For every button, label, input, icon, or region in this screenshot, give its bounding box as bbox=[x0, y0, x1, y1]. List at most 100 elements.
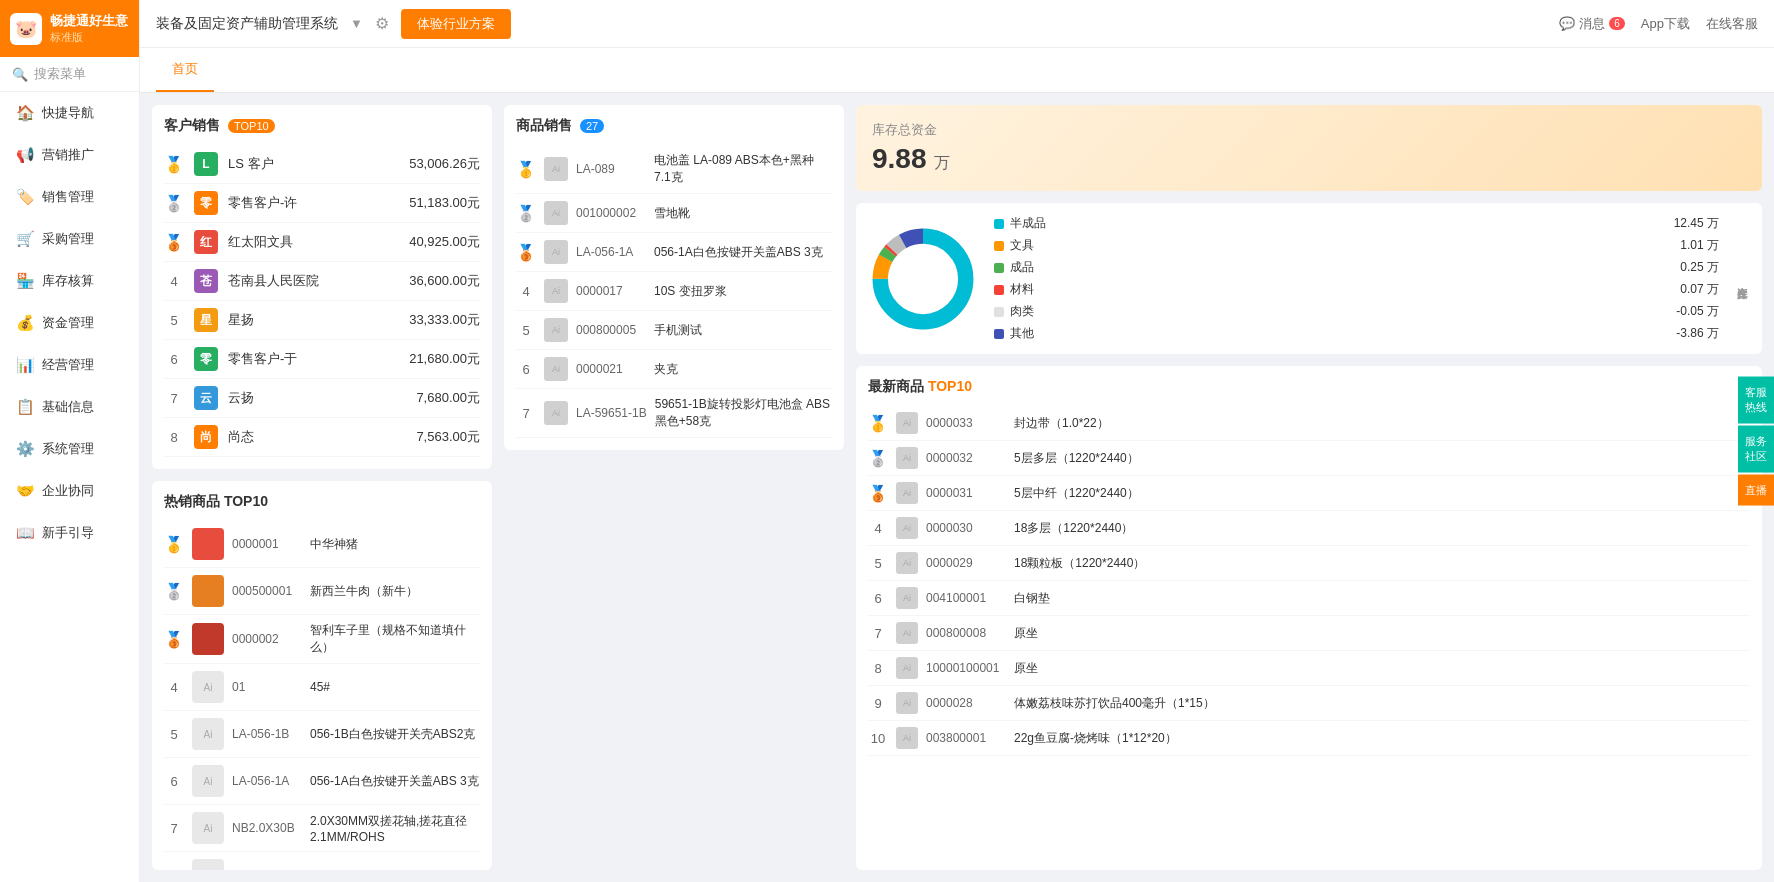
page-tabs: 首页 bbox=[140, 48, 1774, 93]
sidebar-item-system[interactable]: ⚙️ 系统管理 bbox=[0, 428, 139, 470]
product-name: 手机测试 bbox=[654, 322, 832, 339]
hot-product-code: LA-056-1A bbox=[232, 774, 302, 788]
sidebar-item-inventory[interactable]: 🏪 库存核算 bbox=[0, 260, 139, 302]
legend-color-dot bbox=[994, 285, 1004, 295]
rank-medal-icon: 🥉 bbox=[164, 233, 184, 252]
nav-label-collab: 企业协同 bbox=[42, 482, 94, 500]
hot-product-name: 12070519-xs bbox=[310, 868, 480, 870]
product-code: 0000017 bbox=[576, 284, 646, 298]
rank-number: 6 bbox=[164, 352, 184, 367]
collab-icon: 🤝 bbox=[16, 482, 34, 500]
product-sales-item: 🥉 Ai LA-056-1A 056-1A白色按键开关盖ABS 3克 bbox=[516, 233, 832, 272]
sidebar-item-finance[interactable]: 💰 资金管理 bbox=[0, 302, 139, 344]
notification-area[interactable]: 💬 消息 6 bbox=[1559, 15, 1625, 33]
latest-title-row: 最新商品 TOP10 bbox=[868, 378, 1750, 396]
legend-value: -3.86 万 bbox=[1659, 325, 1719, 342]
hot-products-list: 🥇 0000001 中华神猪 🥈 000500001 新西兰牛肉（新牛） 🥉 0… bbox=[164, 521, 480, 870]
legend-color-dot bbox=[994, 241, 1004, 251]
legend-color-dot bbox=[994, 307, 1004, 317]
topbar: 装备及固定资产辅助管理系统 ▼ ⚙ 体验行业方案 💬 消息 6 App下载 在线… bbox=[140, 0, 1774, 48]
sidebar-item-sales[interactable]: 🏷️ 销售管理 bbox=[0, 176, 139, 218]
rank-medal-icon: 🥇 bbox=[164, 535, 184, 554]
hot-product-code: 01 bbox=[232, 680, 302, 694]
sidebar-item-operations[interactable]: 📊 经营管理 bbox=[0, 344, 139, 386]
product-name: 雪地靴 bbox=[654, 205, 832, 222]
customer-value: 7,563.00元 bbox=[416, 428, 480, 446]
inventory-card: 库存总资金 9.88 万 bbox=[856, 105, 1762, 191]
left-column: 客户销售 TOP10 🥇 L LS 客户 53,006.26元 🥈 零 零售客户… bbox=[152, 105, 492, 870]
rank-medal-icon: 🥉 bbox=[164, 630, 184, 649]
rank-number: 4 bbox=[868, 521, 888, 536]
latest-product-item: 🥈 Ai 0000032 5层多层（1220*2440） bbox=[868, 441, 1750, 476]
product-sales-list: 🥇 Ai LA-089 电池盖 LA-089 ABS本色+黑种 7.1克 🥈 A… bbox=[516, 145, 832, 438]
rank-number: 10 bbox=[868, 731, 888, 746]
rank-number: 7 bbox=[164, 821, 184, 836]
main-content: 客户销售 TOP10 🥇 L LS 客户 53,006.26元 🥈 零 零售客户… bbox=[140, 93, 1774, 882]
brand-name-line2: 标准版 bbox=[50, 30, 128, 45]
sidebar-item-basics[interactable]: 📋 基础信息 bbox=[0, 386, 139, 428]
customer-top10-card: 客户销售 TOP10 🥇 L LS 客户 53,006.26元 🥈 零 零售客户… bbox=[152, 105, 492, 469]
rank-medal-icon: 🥉 bbox=[516, 243, 536, 262]
latest-product-image: Ai bbox=[896, 412, 918, 434]
product-image: Ai bbox=[544, 279, 568, 303]
rank-medal-icon: 🥇 bbox=[516, 160, 536, 179]
sidebar-item-purchase[interactable]: 🛒 采购管理 bbox=[0, 218, 139, 260]
product-image: Ai bbox=[544, 201, 568, 225]
experience-button[interactable]: 体验行业方案 bbox=[401, 9, 511, 39]
nav-label-sales: 销售管理 bbox=[42, 188, 94, 206]
latest-product-item: 8 Ai 10000100001 原坐 bbox=[868, 651, 1750, 686]
sidebar-item-quick-nav[interactable]: 🏠 快捷导航 bbox=[0, 92, 139, 134]
search-menu[interactable]: 🔍 搜索菜单 bbox=[0, 57, 139, 92]
float-service-btn[interactable]: 客服热线 bbox=[1738, 377, 1774, 424]
latest-product-image: Ai bbox=[896, 552, 918, 574]
hot-product-code: LA-056-1B bbox=[232, 727, 302, 741]
customer-name: 尚态 bbox=[228, 428, 406, 446]
main-container: 装备及固定资产辅助管理系统 ▼ ⚙ 体验行业方案 💬 消息 6 App下载 在线… bbox=[140, 0, 1774, 882]
sidebar-item-guide[interactable]: 📖 新手引导 bbox=[0, 512, 139, 554]
app-download[interactable]: App下载 bbox=[1641, 15, 1690, 33]
product-placeholder-icon: Ai bbox=[192, 718, 224, 750]
customer-name: 零售客户-于 bbox=[228, 350, 399, 368]
product-placeholder-icon: Ai bbox=[192, 859, 224, 870]
latest-products-list: 🥇 Ai 0000033 封边带（1.0*22） 🥈 Ai 0000032 5层… bbox=[868, 406, 1750, 756]
rank-number: 6 bbox=[164, 774, 184, 789]
product-sales-item: 🥇 Ai LA-089 电池盖 LA-089 ABS本色+黑种 7.1克 bbox=[516, 145, 832, 194]
tab-home[interactable]: 首页 bbox=[156, 48, 214, 92]
product-sales-item: 7 Ai LA-59651-1B 59651-1B旋转投影灯电池盒 ABS黑色+… bbox=[516, 389, 832, 438]
latest-product-image: Ai bbox=[896, 727, 918, 749]
product-placeholder-icon: Ai bbox=[192, 671, 224, 703]
customer-value: 53,006.26元 bbox=[409, 155, 480, 173]
settings-icon[interactable]: ⚙ bbox=[375, 14, 389, 33]
rank-number: 7 bbox=[164, 391, 184, 406]
latest-product-code: 003800001 bbox=[926, 731, 1006, 745]
donut-svg bbox=[868, 224, 978, 334]
marketing-icon: 📢 bbox=[16, 146, 34, 164]
customer-value: 36,600.00元 bbox=[409, 272, 480, 290]
customer-avatar: L bbox=[194, 152, 218, 176]
float-live-btn[interactable]: 直播 bbox=[1738, 474, 1774, 505]
customer-card-header: 客户销售 TOP10 bbox=[164, 117, 480, 135]
float-community-btn[interactable]: 服务社区 bbox=[1738, 425, 1774, 472]
online-service[interactable]: 在线客服 bbox=[1706, 15, 1758, 33]
sidebar-item-marketing[interactable]: 📢 营销推广 bbox=[0, 134, 139, 176]
hot-product-name: 中华神猪 bbox=[310, 536, 480, 553]
product-sales-badge: 27 bbox=[580, 119, 604, 133]
rank-number: 5 bbox=[164, 727, 184, 742]
inventory-unit: 万 bbox=[934, 154, 950, 171]
hot-product-code: NB2.0X30B bbox=[232, 821, 302, 835]
sidebar-item-collab[interactable]: 🤝 企业协同 bbox=[0, 470, 139, 512]
latest-product-code: 0000029 bbox=[926, 556, 1006, 570]
float-buttons: 客服热线 服务社区 直播 bbox=[1738, 377, 1774, 506]
hot-product-code: 0000002 bbox=[232, 632, 302, 646]
customer-rank-item: 5 星 星扬 33,333.00元 bbox=[164, 301, 480, 340]
hot-products-title: 热销商品 TOP10 bbox=[164, 493, 480, 511]
rank-medal-icon: 🥇 bbox=[164, 155, 184, 174]
mid-column: 商品销售 27 🥇 Ai LA-089 电池盖 LA-089 ABS本色+黑种 … bbox=[504, 105, 844, 870]
hot-product-code: 0000001 bbox=[232, 537, 302, 551]
chart-card: 半成品 12.45 万 文具 1.01 万 成品 0.25 万 材料 0.07 … bbox=[856, 203, 1762, 354]
nav-label-system: 系统管理 bbox=[42, 440, 94, 458]
legend-value: 12.45 万 bbox=[1659, 215, 1719, 232]
sales-icon: 🏷️ bbox=[16, 188, 34, 206]
chart-legend: 半成品 12.45 万 文具 1.01 万 成品 0.25 万 材料 0.07 … bbox=[994, 215, 1719, 342]
legend-label: 材料 bbox=[1010, 281, 1653, 298]
